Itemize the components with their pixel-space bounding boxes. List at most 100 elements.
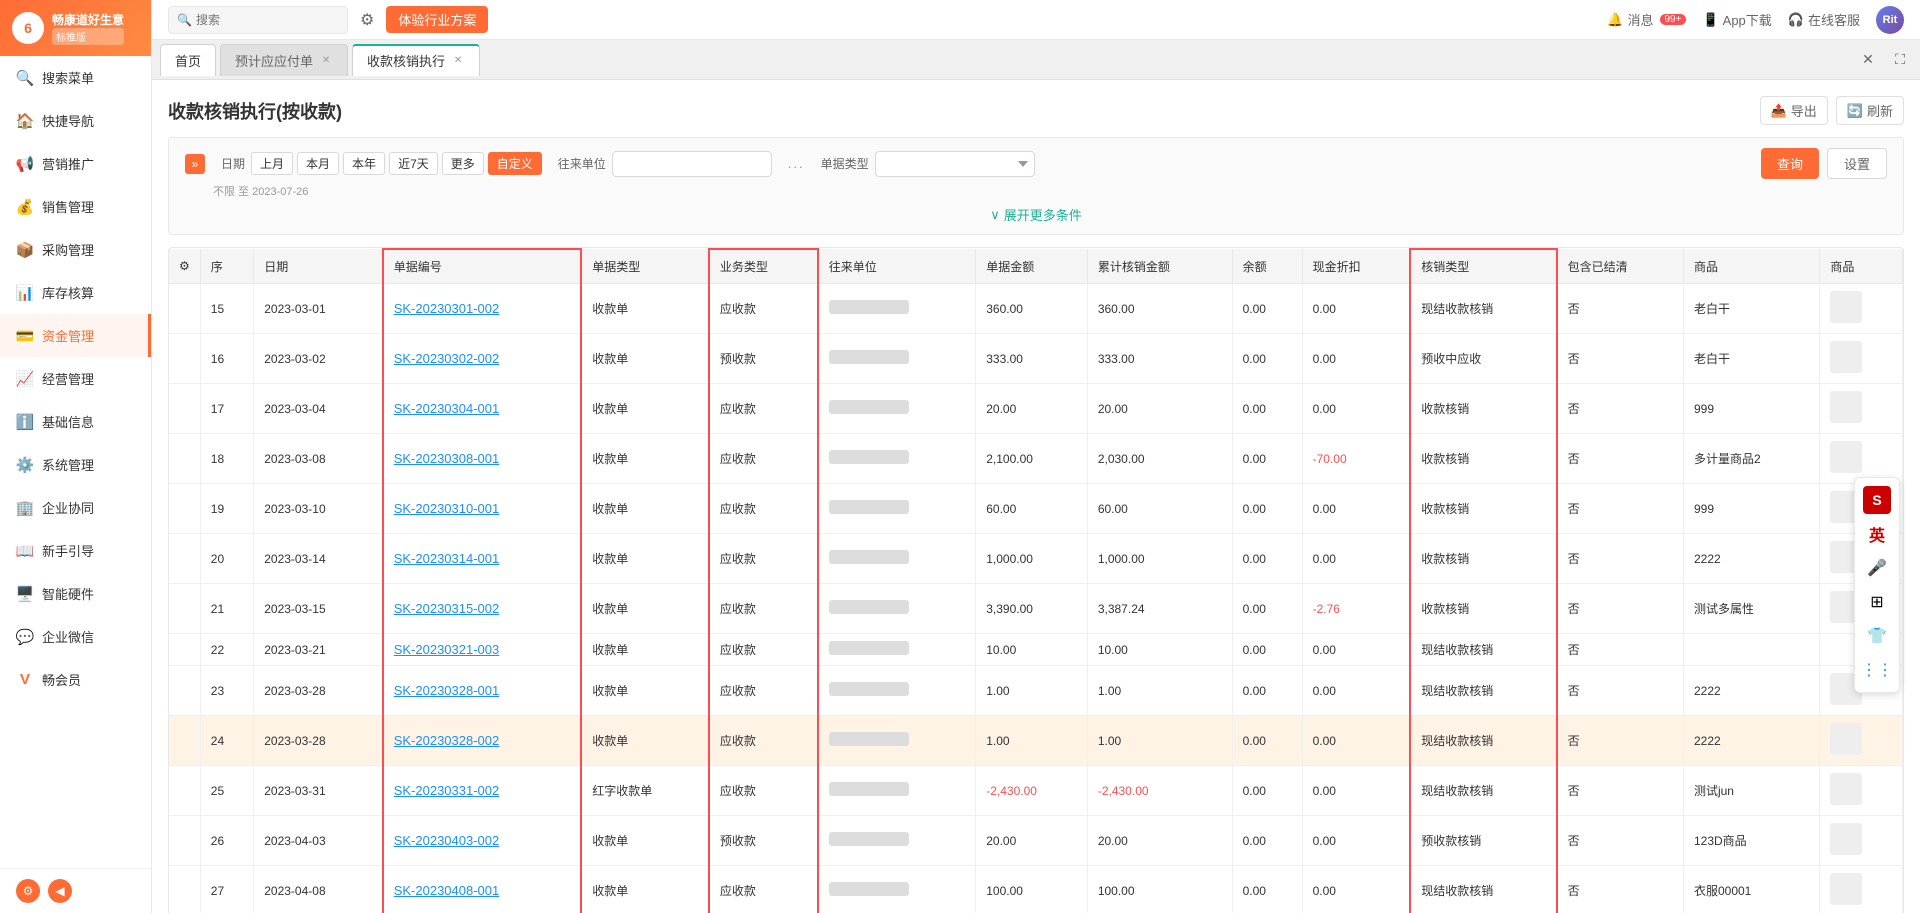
date-more-btn[interactable]: 更多 — [442, 152, 484, 175]
table-cell[interactable]: SK-20230310-001 — [383, 484, 581, 534]
filter-expand-icon[interactable]: » — [185, 154, 205, 174]
single-no-link[interactable]: SK-20230308-001 — [394, 451, 500, 466]
tab-collection-execute[interactable]: 收款核销执行 ✕ — [352, 44, 480, 76]
table-cell[interactable]: SK-20230408-001 — [383, 866, 581, 913]
online-service-button[interactable]: 🎧 在线客服 — [1788, 10, 1860, 29]
date-last-7-btn[interactable]: 近7天 — [389, 152, 438, 175]
chevron-down-icon: ∨ — [990, 207, 1000, 223]
sidebar-item-enterprise[interactable]: 🏢 企业协同 — [0, 486, 151, 529]
refresh-button[interactable]: 🔄 刷新 — [1836, 96, 1904, 125]
expand-more-button[interactable]: ∨ 展开更多条件 — [185, 205, 1887, 224]
table-cell[interactable] — [169, 434, 200, 484]
sidebar-item-purchase[interactable]: 📦 采购管理 — [0, 228, 151, 271]
sidebar-item-wechat[interactable]: 💬 企业微信 — [0, 615, 151, 658]
sidebar-item-system[interactable]: ⚙️ 系统管理 — [0, 443, 151, 486]
mic-icon[interactable]: 🎤 — [1863, 554, 1891, 582]
shirt-icon[interactable]: 👕 — [1863, 622, 1891, 650]
table-cell: 否 — [1557, 384, 1684, 434]
table-cell[interactable]: SK-20230304-001 — [383, 384, 581, 434]
table-cell: 0.00 — [1232, 816, 1302, 866]
table-cell[interactable] — [169, 334, 200, 384]
single-no-link[interactable]: SK-20230310-001 — [394, 501, 500, 516]
table-cell[interactable] — [169, 816, 200, 866]
table-cell: 1.00 — [976, 716, 1088, 766]
sogou-s-icon[interactable]: S — [1863, 486, 1891, 514]
filter-settings-button[interactable]: 设置 — [1827, 148, 1887, 179]
collapse-button[interactable]: ◀ — [48, 879, 72, 903]
table-cell[interactable] — [169, 716, 200, 766]
app-download-button[interactable]: 📱 App下载 — [1702, 10, 1771, 29]
table-cell: 360.00 — [1087, 284, 1232, 334]
table-cell[interactable]: SK-20230321-003 — [383, 634, 581, 666]
user-avatar[interactable]: Rit — [1876, 6, 1904, 34]
tab-receivable-payable-close[interactable]: ✕ — [319, 53, 333, 67]
date-custom-btn[interactable]: 自定义 — [488, 152, 542, 175]
table-cell[interactable]: SK-20230308-001 — [383, 434, 581, 484]
table-cell[interactable]: SK-20230301-002 — [383, 284, 581, 334]
search-input[interactable] — [196, 13, 316, 27]
single-no-link[interactable]: SK-20230403-002 — [394, 833, 500, 848]
single-no-link[interactable]: SK-20230331-002 — [394, 783, 500, 798]
sidebar-item-guide[interactable]: 📖 新手引导 — [0, 529, 151, 572]
partner-input[interactable] — [612, 151, 772, 177]
date-last-month-btn[interactable]: 上月 — [251, 152, 293, 175]
query-button[interactable]: 查询 — [1761, 148, 1819, 179]
single-no-link[interactable]: SK-20230302-002 — [394, 351, 500, 366]
table-cell[interactable] — [169, 666, 200, 716]
grid-icon[interactable]: ⊞ — [1863, 588, 1891, 616]
table-cell[interactable]: SK-20230403-002 — [383, 816, 581, 866]
single-no-link[interactable]: SK-20230301-002 — [394, 301, 500, 316]
date-this-month-btn[interactable]: 本月 — [297, 152, 339, 175]
table-cell[interactable]: SK-20230328-001 — [383, 666, 581, 716]
tab-receivable-payable[interactable]: 预计应应付单 ✕ — [220, 44, 348, 76]
tab-home[interactable]: 首页 — [160, 44, 216, 76]
sidebar-item-inventory[interactable]: 📊 库存核算 — [0, 271, 151, 314]
single-no-link[interactable]: SK-20230304-001 — [394, 401, 500, 416]
table-cell[interactable] — [169, 766, 200, 816]
sidebar-item-search[interactable]: 🔍 搜索菜单 — [0, 56, 151, 99]
fullscreen-button[interactable]: ⛶ — [1888, 48, 1912, 72]
sidebar-item-quick-nav[interactable]: 🏠 快捷导航 — [0, 99, 151, 142]
receipt-type-select[interactable] — [875, 151, 1035, 177]
table-cell[interactable] — [169, 384, 200, 434]
table-cell[interactable]: SK-20230315-002 — [383, 584, 581, 634]
date-this-year-btn[interactable]: 本年 — [343, 152, 385, 175]
sidebar-item-hardware[interactable]: 🖥️ 智能硬件 — [0, 572, 151, 615]
apps-icon[interactable]: ⋮⋮ — [1863, 656, 1891, 684]
single-no-link[interactable]: SK-20230315-002 — [394, 601, 500, 616]
table-cell[interactable] — [169, 584, 200, 634]
sidebar-item-basic[interactable]: ℹ️ 基础信息 — [0, 400, 151, 443]
sidebar-item-capital[interactable]: 💳 资金管理 — [0, 314, 151, 357]
export-button[interactable]: 📤 导出 — [1760, 96, 1828, 125]
close-all-tabs-button[interactable]: ✕ — [1856, 48, 1880, 72]
sidebar-item-marketing[interactable]: 📢 营销推广 — [0, 142, 151, 185]
table-cell[interactable] — [169, 534, 200, 584]
table-cell[interactable]: SK-20230302-002 — [383, 334, 581, 384]
sidebar-item-operation[interactable]: 📈 经营管理 — [0, 357, 151, 400]
tab-collection-execute-close[interactable]: ✕ — [451, 54, 465, 68]
th-settings[interactable]: ⚙ — [169, 249, 200, 284]
sidebar-item-sales[interactable]: 💰 销售管理 — [0, 185, 151, 228]
table-scroll[interactable]: ⚙ 序 日期 单据编号 单据类型 业务类型 往来单位 单据金额 累计核销金额 余… — [169, 248, 1903, 913]
single-no-link[interactable]: SK-20230314-001 — [394, 551, 500, 566]
messages-button[interactable]: 🔔 消息 99+ — [1607, 10, 1686, 29]
table-row: 232023-03-28SK-20230328-001收款单应收款1.001.0… — [169, 666, 1903, 716]
single-no-link[interactable]: SK-20230328-002 — [394, 733, 500, 748]
table-cell[interactable]: SK-20230331-002 — [383, 766, 581, 816]
settings-button[interactable]: ⚙ — [16, 879, 40, 903]
single-no-link[interactable]: SK-20230408-001 — [394, 883, 500, 898]
table-cell: 2023-04-08 — [254, 866, 383, 913]
settings-icon[interactable]: ⚙ — [356, 6, 378, 34]
table-cell[interactable]: SK-20230314-001 — [383, 534, 581, 584]
solution-button[interactable]: 体验行业方案 — [386, 6, 488, 33]
table-cell[interactable] — [169, 634, 200, 666]
single-no-link[interactable]: SK-20230328-001 — [394, 683, 500, 698]
table-cell[interactable] — [169, 284, 200, 334]
search-box[interactable]: 🔍 — [168, 6, 348, 34]
single-no-link[interactable]: SK-20230321-003 — [394, 642, 500, 657]
table-cell[interactable] — [169, 866, 200, 913]
sidebar-item-member[interactable]: V 畅会员 — [0, 658, 151, 701]
sogou-brand-icon[interactable]: 英 — [1863, 520, 1891, 548]
table-cell[interactable]: SK-20230328-002 — [383, 716, 581, 766]
table-cell[interactable] — [169, 484, 200, 534]
